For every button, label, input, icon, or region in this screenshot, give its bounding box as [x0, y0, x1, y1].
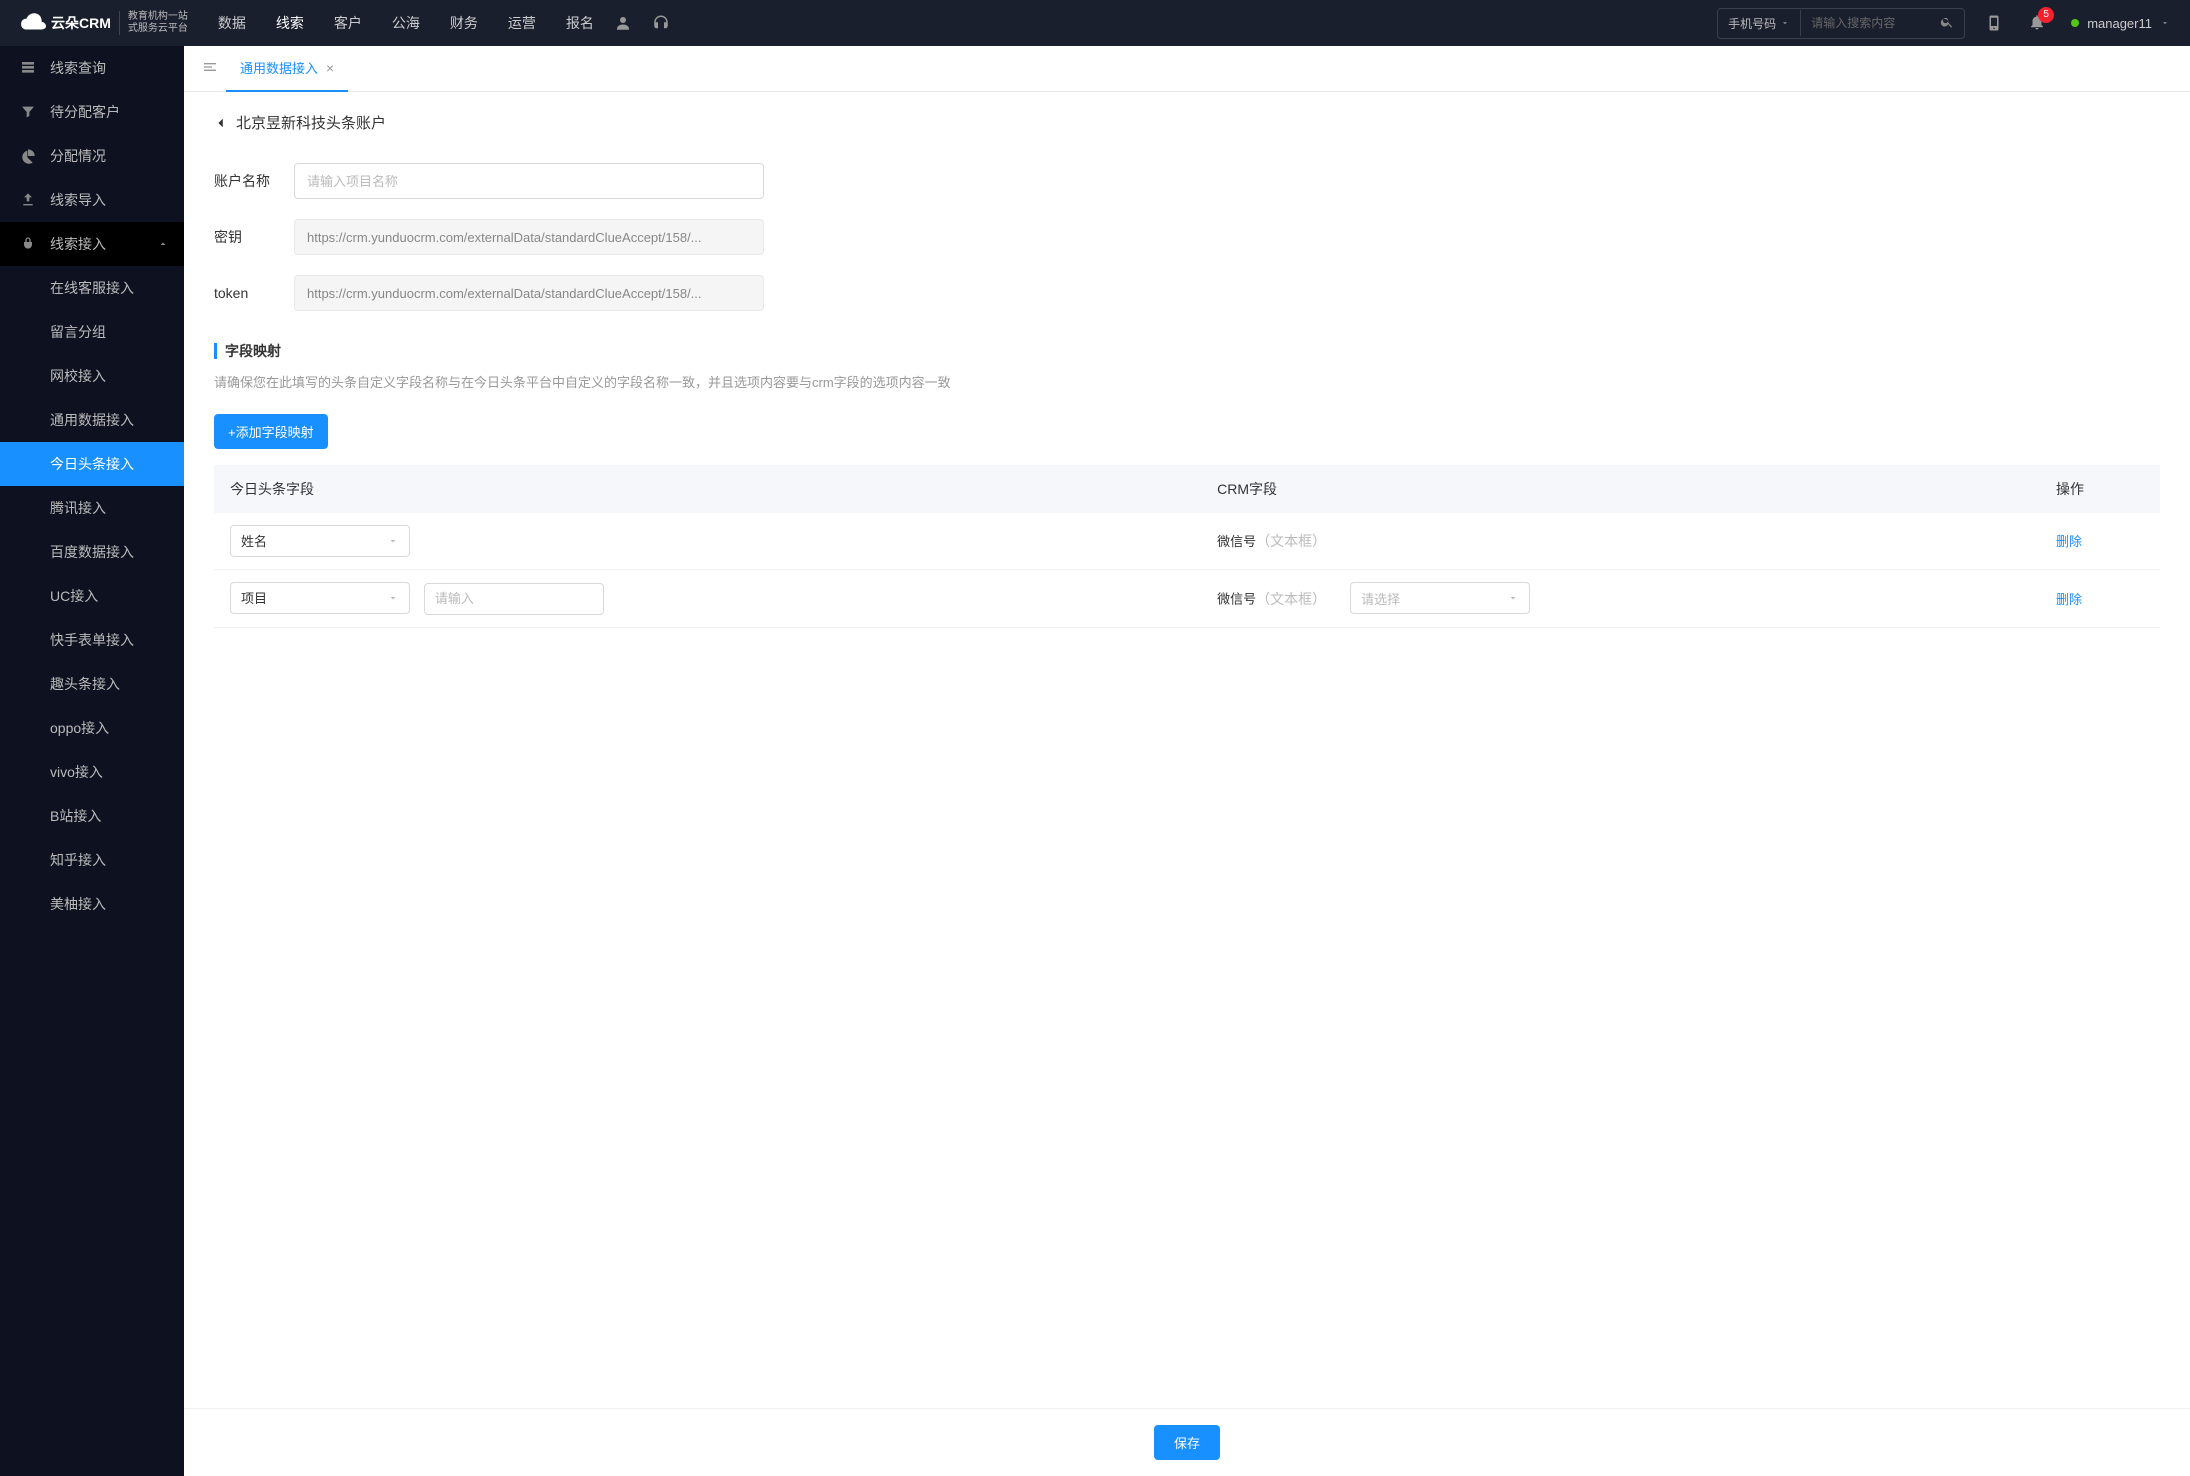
- breadcrumb-text: 北京昱新科技头条账户: [236, 112, 386, 133]
- sidebar-item-access[interactable]: 线索接入: [0, 222, 184, 266]
- table-icon: [20, 60, 36, 76]
- col-action: 操作: [2040, 465, 2160, 513]
- sidebar-sub-meiyou[interactable]: 美柚接入: [0, 882, 184, 926]
- nav-customer[interactable]: 客户: [334, 13, 362, 33]
- main-content: 通用数据接入 × 北京昱新科技头条账户 账户名称 密钥 token: [184, 46, 2190, 1476]
- nav-clue[interactable]: 线索: [276, 13, 304, 33]
- col-crm: CRM字段: [1201, 465, 2040, 513]
- sidebar-sub-oppo[interactable]: oppo接入: [0, 706, 184, 750]
- secret-label: 密钥: [214, 227, 294, 247]
- table-row: 项目 微信号（文本框） 请选择 删除: [214, 569, 2160, 627]
- mapping-desc: 请确保您在此填写的头条自定义字段名称与在今日头条平台中自定义的字段名称一致，并且…: [214, 373, 2160, 394]
- sidebar-item-clue-search[interactable]: 线索查询: [0, 46, 184, 90]
- nav-signup[interactable]: 报名: [566, 13, 594, 33]
- add-mapping-button[interactable]: +添加字段映射: [214, 414, 328, 449]
- notifications-button[interactable]: 5: [2028, 13, 2046, 34]
- chevron-down-icon: [1780, 18, 1790, 28]
- sidebar-sub-school[interactable]: 网校接入: [0, 354, 184, 398]
- sidebar-sub-bilibili[interactable]: B站接入: [0, 794, 184, 838]
- top-header: 云朵CRM 教育机构一站 式服务云平台 数据 线索 客户 公海 财务 运营 报名…: [0, 0, 2190, 46]
- toutiao-extra-input[interactable]: [424, 583, 604, 615]
- nav-data[interactable]: 数据: [218, 13, 246, 33]
- user-icon[interactable]: [614, 14, 632, 32]
- main-nav: 数据 线索 客户 公海 财务 运营 报名: [218, 13, 594, 33]
- tab-close-icon[interactable]: ×: [326, 60, 334, 76]
- token-input[interactable]: [294, 275, 764, 311]
- token-label: token: [214, 285, 294, 301]
- footer-bar: 保存: [184, 1408, 2190, 1476]
- plug-icon: [20, 236, 36, 252]
- sidebar-item-import[interactable]: 线索导入: [0, 178, 184, 222]
- pie-icon: [20, 148, 36, 164]
- nav-ops[interactable]: 运营: [508, 13, 536, 33]
- sidebar: 线索查询 待分配客户 分配情况 线索导入 线索接入 在线客服接入 留言分组 网校…: [0, 46, 184, 1476]
- sidebar-sub-kuaishou[interactable]: 快手表单接入: [0, 618, 184, 662]
- toutiao-field-select[interactable]: 项目: [230, 582, 410, 614]
- crm-field-label: 微信号: [1217, 534, 1256, 549]
- tab-general-data[interactable]: 通用数据接入 ×: [226, 46, 348, 92]
- user-menu[interactable]: manager11: [2071, 16, 2170, 31]
- account-label: 账户名称: [214, 171, 294, 191]
- search-box: 手机号码: [1717, 8, 1965, 39]
- search-icon: [1940, 15, 1954, 29]
- tabs-bar: 通用数据接入 ×: [184, 46, 2190, 92]
- delete-row-link[interactable]: 删除: [2056, 534, 2082, 549]
- logo-text: 云朵CRM: [51, 13, 111, 33]
- chevron-left-icon: [214, 116, 228, 130]
- mapping-title: 字段映射: [225, 341, 281, 361]
- mapping-table: 今日头条字段 CRM字段 操作 姓名 微: [214, 465, 2160, 628]
- sidebar-sub-tencent[interactable]: 腾讯接入: [0, 486, 184, 530]
- crm-field-select[interactable]: 请选择: [1350, 582, 1530, 614]
- breadcrumb-back[interactable]: 北京昱新科技头条账户: [214, 112, 2160, 133]
- chevron-up-icon: [157, 238, 169, 250]
- sidebar-sub-baidu[interactable]: 百度数据接入: [0, 530, 184, 574]
- notification-badge: 5: [2038, 7, 2054, 23]
- username: manager11: [2087, 16, 2152, 31]
- nav-public[interactable]: 公海: [392, 13, 420, 33]
- sidebar-sub-zhihu[interactable]: 知乎接入: [0, 838, 184, 882]
- save-button[interactable]: 保存: [1154, 1425, 1220, 1460]
- delete-row-link[interactable]: 删除: [2056, 592, 2082, 607]
- sidebar-sub-vivo[interactable]: vivo接入: [0, 750, 184, 794]
- chevron-down-icon: [387, 535, 399, 547]
- search-button[interactable]: [1930, 15, 1964, 32]
- sidebar-sub-message[interactable]: 留言分组: [0, 310, 184, 354]
- sidebar-item-assignment[interactable]: 分配情况: [0, 134, 184, 178]
- sidebar-sub-qutoutiao[interactable]: 趣头条接入: [0, 662, 184, 706]
- account-name-input[interactable]: [294, 163, 764, 199]
- chevron-down-icon: [1507, 592, 1519, 604]
- filter-icon: [20, 104, 36, 120]
- search-field-select[interactable]: 手机号码: [1718, 9, 1800, 38]
- upload-icon: [20, 192, 36, 208]
- caret-down-icon: [2160, 18, 2170, 28]
- status-dot: [2071, 19, 2079, 27]
- section-accent-bar: [214, 343, 217, 359]
- sidebar-sub-general[interactable]: 通用数据接入: [0, 398, 184, 442]
- sidebar-sub-online[interactable]: 在线客服接入: [0, 266, 184, 310]
- collapse-sidebar-button[interactable]: [194, 51, 226, 86]
- search-input[interactable]: [1800, 10, 1930, 36]
- sidebar-sub-toutiao[interactable]: 今日头条接入: [0, 442, 184, 486]
- table-row: 姓名 微信号（文本框） 删除: [214, 513, 2160, 570]
- crm-field-label: 微信号: [1217, 592, 1256, 607]
- chevron-down-icon: [387, 592, 399, 604]
- mobile-icon[interactable]: [1985, 14, 2003, 32]
- headset-icon[interactable]: [652, 14, 670, 32]
- divider: [119, 11, 120, 35]
- sidebar-sub-uc[interactable]: UC接入: [0, 574, 184, 618]
- sidebar-item-unassigned[interactable]: 待分配客户: [0, 90, 184, 134]
- menu-fold-icon: [202, 59, 218, 75]
- nav-finance[interactable]: 财务: [450, 13, 478, 33]
- logo[interactable]: 云朵CRM 教育机构一站 式服务云平台: [20, 10, 188, 36]
- col-toutiao: 今日头条字段: [214, 465, 1201, 513]
- cloud-icon: [20, 10, 46, 36]
- secret-input[interactable]: [294, 219, 764, 255]
- toutiao-field-select[interactable]: 姓名: [230, 525, 410, 557]
